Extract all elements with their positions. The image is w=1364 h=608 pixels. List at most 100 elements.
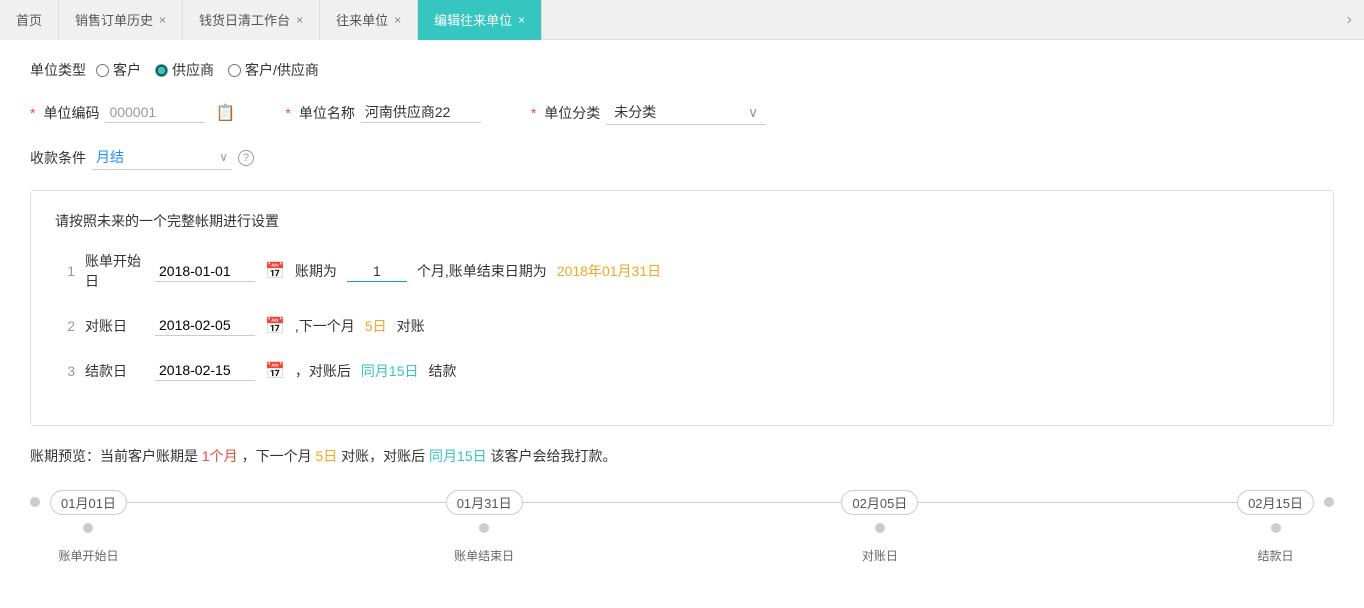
row-label-2: 对账日 — [85, 316, 145, 336]
preview-part2: 5日 — [315, 448, 337, 464]
unit-code-input[interactable] — [105, 102, 205, 123]
unit-classify-select[interactable]: 未分类 ∨ — [606, 100, 766, 125]
timeline-point-1: 01月01日 账单开始日 — [50, 490, 127, 564]
dot-1 — [83, 523, 93, 533]
bubble-4: 02月15日 — [1237, 490, 1314, 515]
reconcile-highlight-day: 5日 — [365, 316, 387, 336]
unit-code-field: * 单位编码 📋 — [30, 102, 235, 123]
period-end-date: 2018年01月31日 — [557, 261, 661, 281]
close-tab-daily-work[interactable]: × — [296, 14, 303, 26]
box-title: 请按照未来的一个完整帐期进行设置 — [55, 211, 1309, 231]
payment-condition-value: 月结 — [96, 147, 124, 167]
tab-contacts[interactable]: 往来单位 × — [320, 0, 418, 40]
close-tab-edit-contact[interactable]: × — [518, 14, 525, 26]
period-input[interactable] — [347, 261, 407, 282]
preview-between1: ，下一个月 — [242, 448, 312, 464]
settings-box: 请按照未来的一个完整帐期进行设置 1 账单开始日 📅 账期为 个月,账单结束日期… — [30, 190, 1334, 426]
payment-condition-field: 收款条件 月结 ∨ ? — [30, 145, 254, 170]
main-content: 单位类型 客户 供应商 客户/供应商 * 单位编码 📋 * — [0, 40, 1364, 608]
setting-row-1: 1 账单开始日 📅 账期为 个月,账单结束日期为 2018年01月31日 — [55, 251, 1309, 291]
row-num-2: 2 — [55, 318, 75, 334]
preview-part1: 1个月 — [202, 448, 238, 464]
preview-part3: 同月15日 — [429, 448, 487, 464]
timeline-end-dot — [1324, 497, 1334, 507]
timeline-wrapper: 01月01日 账单开始日 01月31日 账单结束日 02月05日 对账日 02月… — [30, 490, 1334, 564]
timeline-point-4: 02月15日 结款日 — [1237, 490, 1314, 564]
timeline-points: 01月01日 账单开始日 01月31日 账单结束日 02月05日 对账日 02月… — [50, 490, 1314, 564]
payment-condition-chevron-icon: ∨ — [219, 150, 228, 164]
tab-daily-work[interactable]: 钱货日清工作台 × — [183, 0, 320, 40]
unit-code-required: * — [30, 105, 35, 121]
preview-prefix: 账期预览：当前客户账期是 — [30, 448, 198, 464]
copy-icon[interactable]: 📋 — [215, 103, 235, 123]
row-label-3: 结款日 — [85, 361, 145, 381]
payment-condition-select[interactable]: 月结 ∨ — [92, 145, 232, 170]
bubble-3: 02月05日 — [841, 490, 918, 515]
tab-homepage[interactable]: 首页 — [0, 0, 59, 40]
payment-condition-label: 收款条件 — [30, 148, 86, 168]
dot-2 — [479, 523, 489, 533]
radio-customer[interactable]: 客户 — [96, 60, 141, 80]
label-3: 对账日 — [862, 547, 898, 564]
radio-both-input[interactable] — [228, 64, 241, 77]
dot-4 — [1271, 523, 1281, 533]
payment-text2: 结款 — [429, 361, 457, 381]
unit-classify-chevron-icon: ∨ — [748, 104, 758, 121]
start-date-input[interactable] — [155, 261, 255, 282]
unit-classify-field-wrap: * 单位分类 未分类 ∨ — [531, 100, 766, 125]
tab-expand-button[interactable]: › — [1335, 11, 1364, 29]
calendar-icon-2[interactable]: 📅 — [265, 316, 285, 336]
tab-bar: 首页 销售订单历史 × 钱货日清工作台 × 往来单位 × 编辑往来单位 × › — [0, 0, 1364, 40]
timeline-start-dot — [30, 497, 40, 507]
setting-row-3: 3 结款日 📅 ，对账后 同月15日 结款 — [55, 360, 1309, 381]
row-num-1: 1 — [55, 263, 75, 279]
unit-type-field: 单位类型 — [30, 60, 86, 80]
tab-sales-history[interactable]: 销售订单历史 × — [59, 0, 183, 40]
unit-name-label: 单位名称 — [299, 103, 355, 123]
payment-text1: ，对账后 — [295, 361, 351, 381]
reconcile-text2: 对账 — [397, 316, 425, 336]
close-tab-sales-history[interactable]: × — [159, 14, 166, 26]
radio-supplier-input[interactable] — [155, 64, 168, 77]
unit-name-field: * 单位名称 — [285, 102, 480, 123]
reconcile-date-input[interactable] — [155, 315, 255, 336]
preview-section: 账期预览：当前客户账期是 1个月 ，下一个月 5日 对账，对账后 同月15日 该… — [30, 446, 1334, 466]
calendar-icon-3[interactable]: 📅 — [265, 361, 285, 381]
radio-customer-input[interactable] — [96, 64, 109, 77]
unit-classify-required: * — [531, 105, 536, 121]
radio-both[interactable]: 客户/供应商 — [228, 60, 319, 80]
payment-highlight: 同月15日 — [361, 361, 419, 381]
radio-supplier[interactable]: 供应商 — [155, 60, 214, 80]
unit-type-radio-group: 客户 供应商 客户/供应商 — [96, 60, 319, 80]
label-4: 结款日 — [1258, 547, 1294, 564]
row-num-3: 3 — [55, 363, 75, 379]
timeline-point-3: 02月05日 对账日 — [841, 490, 918, 564]
help-icon[interactable]: ? — [238, 150, 254, 166]
timeline-point-2: 01月31日 账单结束日 — [446, 490, 523, 564]
row-label-1: 账单开始日 — [85, 251, 145, 291]
label-1: 账单开始日 — [58, 547, 118, 564]
unit-name-input[interactable] — [361, 102, 481, 123]
preview-suffix: 该客户会给我打款。 — [491, 448, 617, 464]
unit-info-row: * 单位编码 📋 * 单位名称 * 单位分类 未分类 ∨ — [30, 100, 1334, 125]
bubble-2: 01月31日 — [446, 490, 523, 515]
reconcile-text1: ,下一个月 — [295, 316, 355, 336]
bubble-1: 01月01日 — [50, 490, 127, 515]
dot-3 — [875, 523, 885, 533]
unit-type-row: 单位类型 客户 供应商 客户/供应商 — [30, 60, 1334, 80]
calendar-icon-1[interactable]: 📅 — [265, 261, 285, 281]
payment-condition-row: 收款条件 月结 ∨ ? — [30, 145, 1334, 170]
tab-edit-contact[interactable]: 编辑往来单位 × — [418, 0, 542, 40]
period-unit-text: 个月,账单结束日期为 — [417, 261, 547, 281]
period-text-before: 账期为 — [295, 261, 337, 281]
payment-date-input[interactable] — [155, 360, 255, 381]
unit-classify-value: 未分类 — [614, 102, 656, 122]
label-2: 账单结束日 — [454, 547, 514, 564]
setting-row-2: 2 对账日 📅 ,下一个月 5日 对账 — [55, 315, 1309, 336]
unit-code-label: 单位编码 — [43, 103, 99, 123]
close-tab-contacts[interactable]: × — [394, 14, 401, 26]
unit-name-required: * — [285, 105, 290, 121]
unit-classify-label: 单位分类 — [544, 103, 600, 123]
unit-type-label: 单位类型 — [30, 60, 86, 80]
preview-between2: 对账，对账后 — [341, 448, 425, 464]
